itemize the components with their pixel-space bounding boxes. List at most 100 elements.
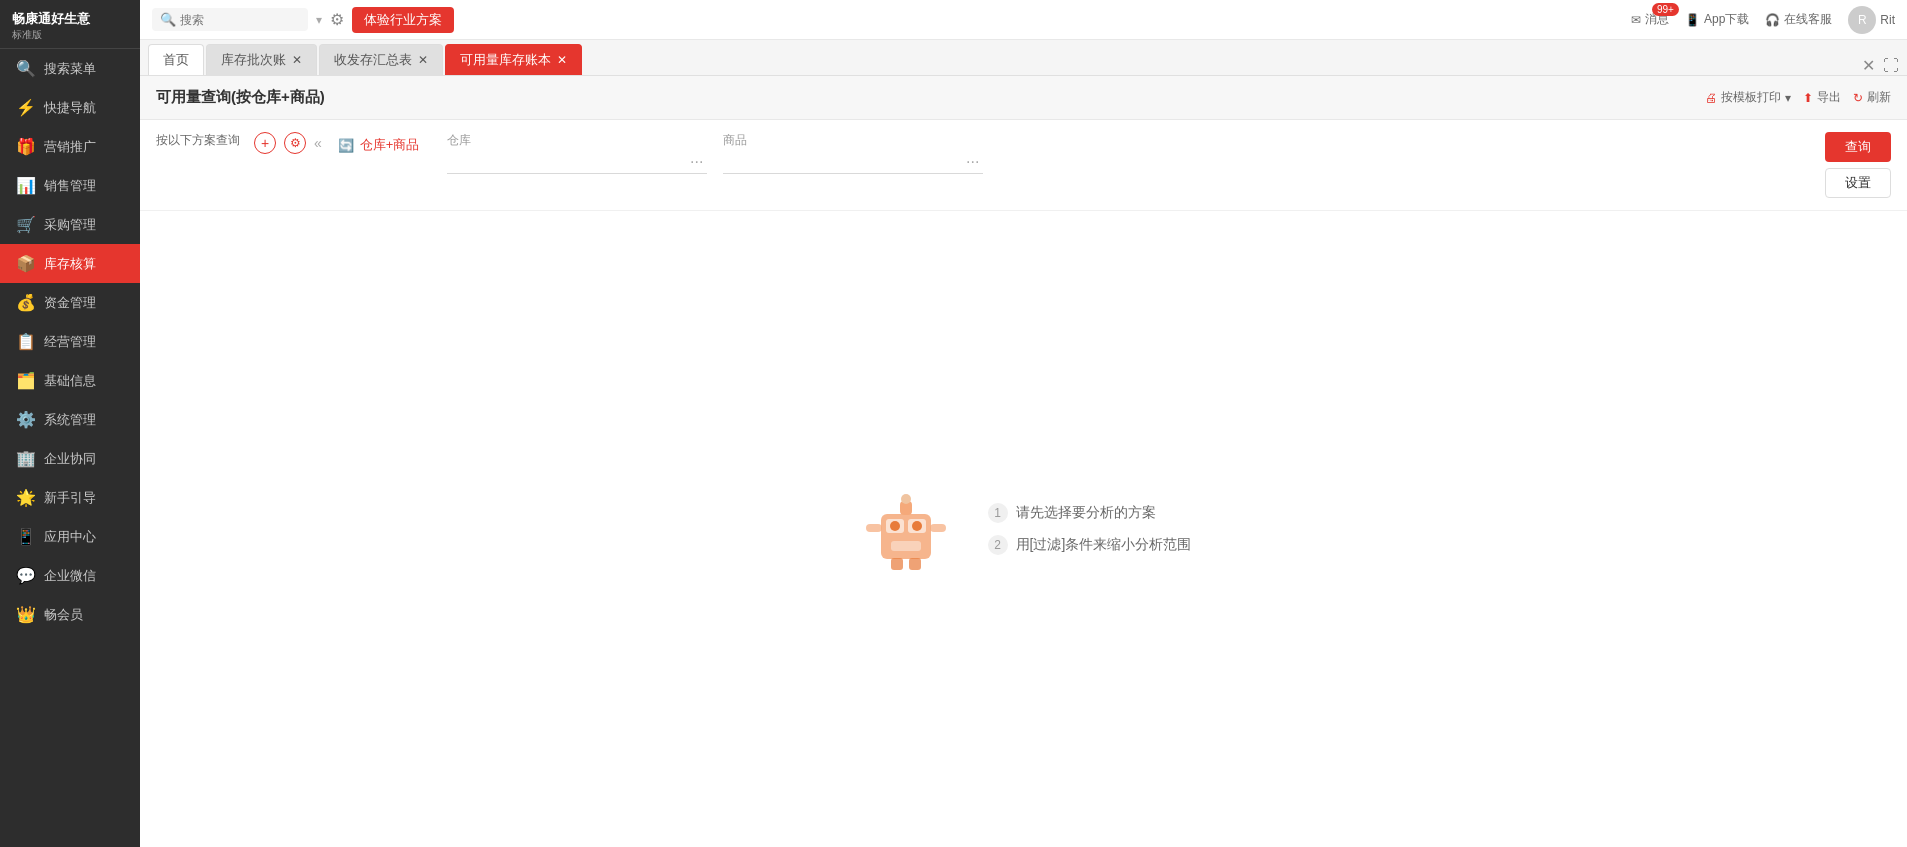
sidebar-basic-icon: 🗂️ <box>16 371 36 390</box>
search-icon: 🔍 <box>160 12 176 27</box>
window-close-button[interactable]: ✕ <box>1862 56 1875 75</box>
scheme-item-warehouse-product[interactable]: 🔄 仓库+商品 <box>330 132 428 158</box>
sidebar-item-inventory[interactable]: 📦 库存核算 <box>0 244 140 283</box>
sidebar-purchase-label: 采购管理 <box>44 216 96 234</box>
sidebar-item-basic[interactable]: 🗂️ 基础信息 <box>0 361 140 400</box>
warehouse-input-container: ··· <box>447 151 707 174</box>
sidebar-system-label: 系统管理 <box>44 411 96 429</box>
filter-field-warehouse: 仓库 ··· <box>447 132 707 174</box>
main-area: 🔍 ▾ ⚙ 体验行业方案 ✉ 消息 99+ 📱 App下载 🎧 在线客服 <box>140 0 1907 847</box>
app-subtitle: 标准版 <box>12 28 128 42</box>
sidebar-finance-icon: 💰 <box>16 293 36 312</box>
product-field-label: 商品 <box>723 132 983 149</box>
industry-solution-button[interactable]: 体验行业方案 <box>352 7 454 33</box>
sidebar-inventory-icon: 📦 <box>16 254 36 273</box>
sidebar: 畅康通好生意 标准版 🔍 搜索菜单 ⚡ 快捷导航 🎁 营销推广 📊 销售管理 🛒… <box>0 0 140 847</box>
filter-field-product: 商品 ··· <box>723 132 983 174</box>
tab-available-close-icon[interactable]: ✕ <box>557 54 567 66</box>
scheme-settings-button[interactable]: ⚙ <box>284 132 306 154</box>
product-more-button[interactable]: ··· <box>966 153 979 171</box>
scheme-collapse-button[interactable]: « <box>314 135 322 151</box>
sidebar-purchase-icon: 🛒 <box>16 215 36 234</box>
tab-summary-label: 收发存汇总表 <box>334 51 412 69</box>
svg-rect-3 <box>891 541 921 551</box>
tab-batch-account[interactable]: 库存批次账 ✕ <box>206 44 317 75</box>
settings-button[interactable]: 设置 <box>1825 168 1891 198</box>
app-title: 畅康通好生意 <box>12 10 128 28</box>
tab-home[interactable]: 首页 <box>148 44 204 75</box>
product-input[interactable] <box>727 155 962 170</box>
dropdown-chevron-icon[interactable]: ▾ <box>316 13 322 27</box>
sidebar-sales-label: 销售管理 <box>44 177 96 195</box>
export-label: 导出 <box>1817 89 1841 106</box>
sidebar-item-search[interactable]: 🔍 搜索菜单 <box>0 49 140 88</box>
svg-rect-8 <box>866 524 882 532</box>
print-template-button[interactable]: 🖨 按模板打印 ▾ <box>1705 89 1791 106</box>
query-button[interactable]: 查询 <box>1825 132 1891 162</box>
sidebar-item-shortcut[interactable]: ⚡ 快捷导航 <box>0 88 140 127</box>
filter-panel: 按以下方案查询 + ⚙ « 🔄 仓库+商品 仓库 <box>140 120 1907 211</box>
tabs-bar: 首页 库存批次账 ✕ 收发存汇总表 ✕ 可用量库存账本 ✕ ✕ ⛶ <box>140 40 1907 76</box>
window-maximize-button[interactable]: ⛶ <box>1883 57 1899 75</box>
sidebar-item-enterprise[interactable]: 🏢 企业协同 <box>0 439 140 478</box>
refresh-label: 刷新 <box>1867 89 1891 106</box>
svg-point-5 <box>912 521 922 531</box>
tab-home-label: 首页 <box>163 51 189 69</box>
sidebar-item-newbie[interactable]: 🌟 新手引导 <box>0 478 140 517</box>
sidebar-system-icon: ⚙️ <box>16 410 36 429</box>
tab-summary[interactable]: 收发存汇总表 ✕ <box>319 44 443 75</box>
tip-num-1: 1 <box>988 503 1008 523</box>
sidebar-shortcut-label: 快捷导航 <box>44 99 96 117</box>
filter-scheme-label: 按以下方案查询 <box>156 132 240 149</box>
sidebar-shortcut-icon: ⚡ <box>16 98 36 117</box>
sidebar-newbie-icon: 🌟 <box>16 488 36 507</box>
sidebar-item-operation[interactable]: 📋 经营管理 <box>0 322 140 361</box>
online-service-button[interactable]: 🎧 在线客服 <box>1765 11 1832 28</box>
sidebar-item-wechat[interactable]: 💬 企业微信 <box>0 556 140 595</box>
sidebar-item-apps[interactable]: 📱 应用中心 <box>0 517 140 556</box>
search-input[interactable] <box>180 13 300 27</box>
sidebar-member-label: 畅会员 <box>44 606 83 624</box>
app-download-button[interactable]: 📱 App下载 <box>1685 11 1749 28</box>
product-input-container: ··· <box>723 151 983 174</box>
message-button[interactable]: ✉ 消息 99+ <box>1631 11 1669 28</box>
warehouse-input[interactable] <box>451 155 686 170</box>
sidebar-finance-label: 资金管理 <box>44 294 96 312</box>
sidebar-item-marketing[interactable]: 🎁 营销推广 <box>0 127 140 166</box>
tab-batch-close-icon[interactable]: ✕ <box>292 54 302 66</box>
app-download-label: App下载 <box>1704 11 1749 28</box>
sidebar-item-purchase[interactable]: 🛒 采购管理 <box>0 205 140 244</box>
svg-point-7 <box>901 494 911 504</box>
warehouse-more-button[interactable]: ··· <box>690 153 703 171</box>
tab-summary-close-icon[interactable]: ✕ <box>418 54 428 66</box>
scheme-add-button[interactable]: + <box>254 132 276 154</box>
sidebar-item-sales[interactable]: 📊 销售管理 <box>0 166 140 205</box>
print-dropdown-icon[interactable]: ▾ <box>1785 91 1791 105</box>
avatar: R <box>1848 6 1876 34</box>
username-label: Rit <box>1880 13 1895 27</box>
page-header: 可用量查询(按仓库+商品) 🖨 按模板打印 ▾ ⬆ 导出 ↻ 刷新 <box>140 76 1907 120</box>
tip-text-2: 用[过滤]条件来缩小分析范围 <box>1016 536 1192 554</box>
refresh-button[interactable]: ↻ 刷新 <box>1853 89 1891 106</box>
empty-tip-2: 2 用[过滤]条件来缩小分析范围 <box>988 535 1192 555</box>
message-badge: 99+ <box>1652 3 1679 16</box>
sidebar-marketing-label: 营销推广 <box>44 138 96 156</box>
sidebar-wechat-icon: 💬 <box>16 566 36 585</box>
sidebar-apps-icon: 📱 <box>16 527 36 546</box>
sidebar-item-member[interactable]: 👑 畅会员 <box>0 595 140 634</box>
tab-available-stock[interactable]: 可用量库存账本 ✕ <box>445 44 582 75</box>
user-avatar-area[interactable]: R Rit <box>1848 6 1895 34</box>
sidebar-item-finance[interactable]: 💰 资金管理 <box>0 283 140 322</box>
tip-text-1: 请先选择要分析的方案 <box>1016 504 1156 522</box>
empty-state-illustration <box>856 479 956 579</box>
sidebar-item-system[interactable]: ⚙️ 系统管理 <box>0 400 140 439</box>
scheme-controls: + ⚙ « <box>254 132 322 154</box>
sidebar-marketing-icon: 🎁 <box>16 137 36 156</box>
export-button[interactable]: ⬆ 导出 <box>1803 89 1841 106</box>
topbar: 🔍 ▾ ⚙ 体验行业方案 ✉ 消息 99+ 📱 App下载 🎧 在线客服 <box>140 0 1907 40</box>
sidebar-operation-label: 经营管理 <box>44 333 96 351</box>
topbar-search-box[interactable]: 🔍 <box>152 8 308 31</box>
gear-icon[interactable]: ⚙ <box>330 10 344 29</box>
export-icon: ⬆ <box>1803 91 1813 105</box>
message-icon: ✉ <box>1631 13 1641 27</box>
